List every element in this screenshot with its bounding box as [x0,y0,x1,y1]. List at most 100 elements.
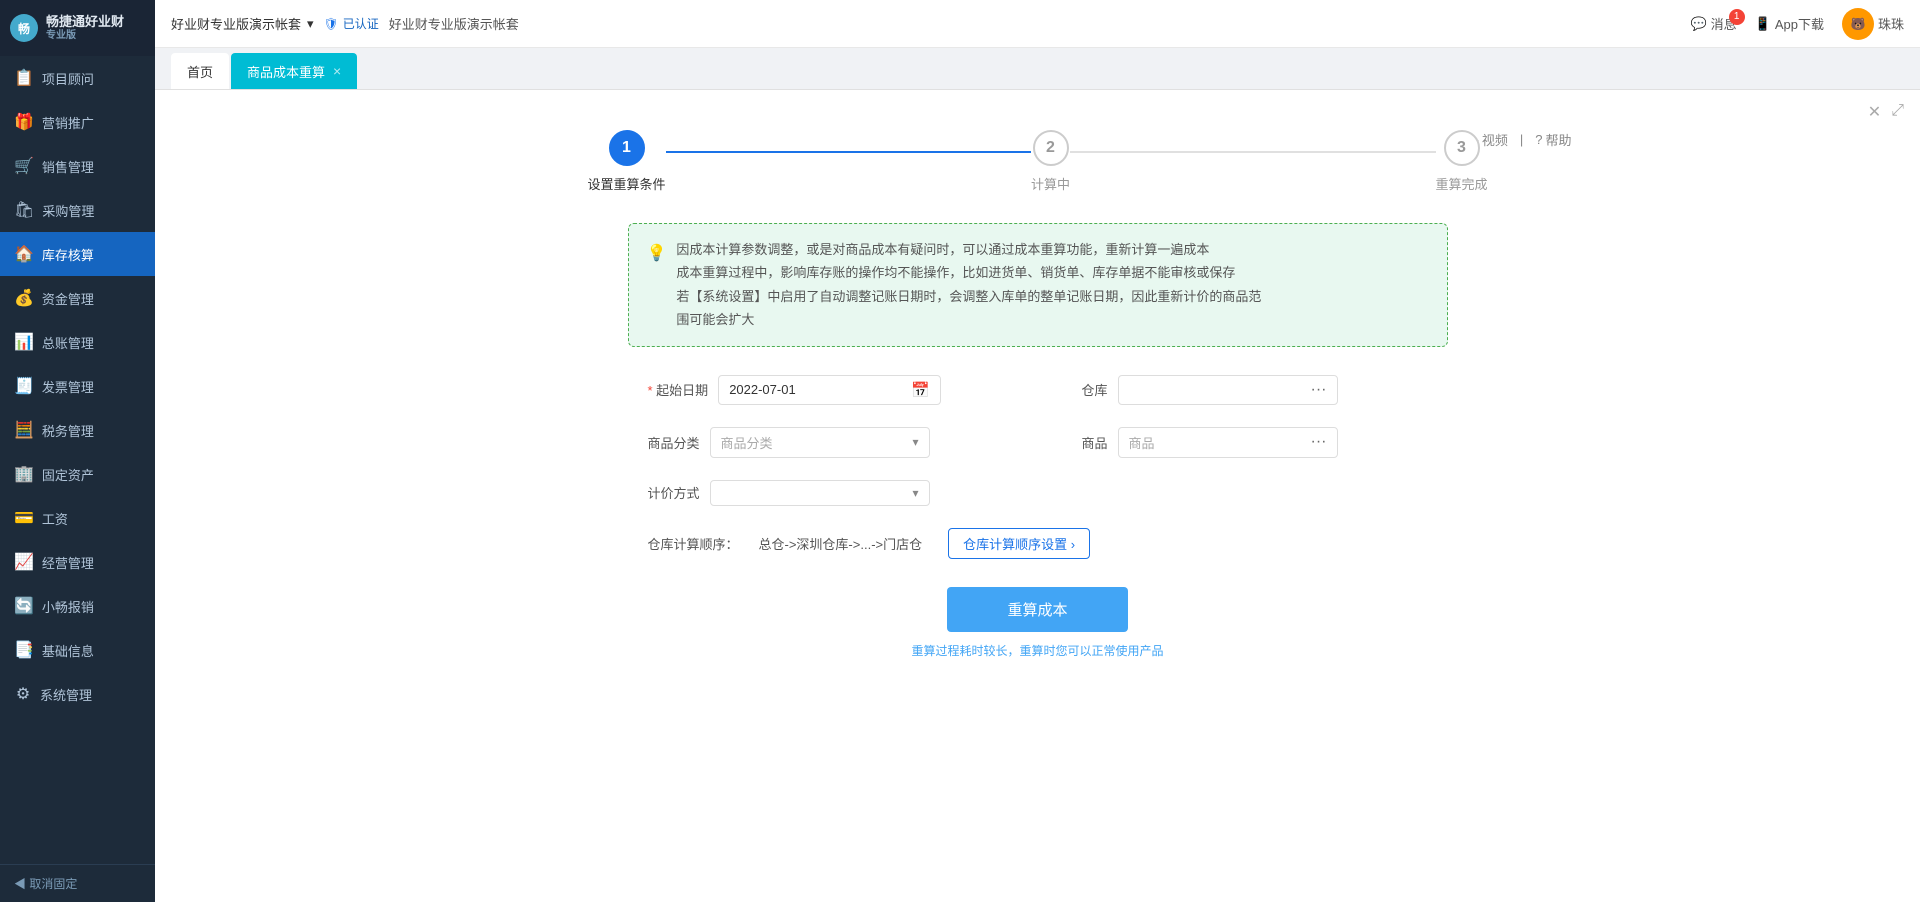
form-row-1: * 起始日期 📅 仓库 ··· [648,375,1428,405]
step-line-2 [1070,151,1435,153]
recalc-btn-label: 重算成本 [1007,602,1067,619]
sidebar-item-tax[interactable]: 🧮 税务管理 [0,408,155,452]
warehouse-group: 仓库 ··· [1038,375,1428,405]
invoice-icon: 🧾 [14,376,34,396]
pricing-label: 计价方式 [648,483,710,502]
sidebar-item-invoice[interactable]: 🧾 发票管理 [0,364,155,408]
tab-recalc-label: 商品成本重算 [247,62,325,81]
message-btn[interactable]: 💬 消息 1 [1690,14,1736,33]
sidebar-item-basic[interactable]: 📑基础信息 [0,628,155,672]
sidebar-item-accounting[interactable]: 📊 总账管理 [0,320,155,364]
warehouse-order-value: 总仓->深圳仓库->...->门店仓 [759,534,923,553]
calendar-icon[interactable]: 📅 [911,381,930,399]
tab-recalc[interactable]: 商品成本重算 × [231,53,357,89]
category-placeholder: 商品分类 [721,433,907,452]
account-selector[interactable]: 好业财专业版演示帐套 ▾ [171,14,314,33]
sidebar-item-sales[interactable]: 🛒销售管理 [0,144,155,188]
step-2-label: 计算中 [1031,174,1070,193]
category-group: 商品分类 商品分类 ▾ [648,427,1038,458]
sidebar-item-inventory[interactable]: 🏠 库存核算 [0,232,155,276]
form-row-2: 商品分类 商品分类 ▾ 商品 商品 ··· [648,427,1428,458]
pricing-group: 计价方式 ▾ [648,480,1038,506]
content-controls: ✕ ⤢ [1868,102,1904,122]
goods-placeholder: 商品 [1129,433,1311,452]
inventory-icon: 🏠 [14,244,34,264]
basic-icon: 📑 [14,640,34,660]
goods-label: 商品 [1038,433,1118,452]
tax-icon: 🧮 [14,420,34,440]
sidebar-item-assets[interactable]: 🏢固定资产 [0,452,155,496]
sidebar-item-finance[interactable]: 💰资金管理 [0,276,155,320]
recalc-btn[interactable]: 重算成本 [947,587,1127,632]
ops-icon: 📈 [14,552,34,572]
main-area: 好业财专业版演示帐套 ▾ 🛡 已认证 好业财专业版演示帐套 💬 消息 1 📱 A… [155,0,1920,902]
logo-main: 畅捷通好业财 [46,14,124,30]
sidebar-item-salary[interactable]: 💳工资 [0,496,155,540]
bulb-icon: 💡 [647,240,667,332]
sidebar-item-expense[interactable]: 🔄小畅报销 [0,584,155,628]
step-1-number: 1 [622,139,631,157]
app-download-btn[interactable]: 📱 App下载 [1755,14,1824,33]
goods-group: 商品 商品 ··· [1038,427,1428,458]
recalc-hint: 重算过程耗时较长，重算时您可以正常使用产品 [155,642,1920,659]
step-3-number: 3 [1457,139,1466,157]
start-date-input-wrapper[interactable]: 📅 [718,375,941,405]
warehouse-order-settings-btn[interactable]: 仓库计算顺序设置 › [948,528,1090,559]
recalc-section: 重算成本 重算过程耗时较长，重算时您可以正常使用产品 [155,587,1920,679]
tab-home[interactable]: 首页 [171,53,229,89]
logo-sub: 专业版 [46,30,124,42]
assets-icon: 🏢 [14,464,34,484]
user-avatar-btn[interactable]: 🐻 珠珠 [1842,8,1904,40]
account-name: 好业财专业版演示帐套 [171,14,301,33]
sidebar-label-system: 系统管理 [40,685,92,704]
warehouse-dots-icon[interactable]: ··· [1311,381,1327,399]
warehouse-order-row: 仓库计算顺序： 总仓->深圳仓库->...->门店仓 仓库计算顺序设置 › [628,528,1448,559]
form-section: * 起始日期 📅 仓库 ··· [628,375,1448,506]
logo-icon: 畅 [10,14,38,42]
warehouse-input-wrapper[interactable]: ··· [1118,375,1338,405]
sidebar-label-finance: 资金管理 [42,289,94,308]
category-select[interactable]: 商品分类 ▾ [710,427,930,458]
sidebar-label-expense: 小畅报销 [42,597,94,616]
tab-recalc-close-icon[interactable]: × [333,63,341,79]
help-btn[interactable]: ? 帮助 [1535,130,1571,149]
dropdown-arrow-icon: ▾ [307,16,314,32]
sidebar-unpin[interactable]: ◀ 取消固定 [0,864,155,902]
phone-icon: 📱 [1755,16,1771,32]
form-row-3: 计价方式 ▾ [648,480,1428,506]
sidebar-label-invoice: 发票管理 [42,377,94,396]
sidebar-label-inventory: 库存核算 [42,245,94,264]
accounting-icon: 📊 [14,332,34,352]
goods-dots-icon[interactable]: ··· [1311,433,1327,451]
sidebar-label-sales: 销售管理 [42,157,94,176]
expand-panel-icon[interactable]: ⤢ [1891,102,1904,122]
step-2-number: 2 [1046,139,1055,157]
sidebar-label-tax: 税务管理 [42,421,94,440]
warehouse-label: 仓库 [1038,380,1118,399]
project-icon: 📋 [14,68,34,88]
tabbar: 首页 商品成本重算 × [155,48,1920,90]
step-3: 3 重算完成 [1436,130,1488,193]
start-date-input[interactable] [729,382,905,397]
info-line-4: 围可能会扩大 [676,308,1261,331]
step-1-label: 设置重算条件 [588,174,666,193]
verified-badge: 🛡 已认证 [324,15,379,32]
app-download-label: App下载 [1775,14,1824,33]
sidebar-item-project[interactable]: 📋项目顾问 [0,56,155,100]
goods-input-wrapper[interactable]: 商品 ··· [1118,427,1338,458]
logo-text: 畅捷通好业财 专业版 [46,14,124,42]
sidebar-item-marketing[interactable]: 🎁营销推广 [0,100,155,144]
verified-text: 已认证 [343,15,379,32]
close-panel-icon[interactable]: ✕ [1868,102,1881,122]
sidebar-label-accounting: 总账管理 [42,333,94,352]
sidebar-item-system[interactable]: ⚙系统管理 [0,672,155,716]
sidebar-item-ops[interactable]: 📈经营管理 [0,540,155,584]
sidebar-item-purchase[interactable]: 🛍采购管理 [0,188,155,232]
step-3-label: 重算完成 [1436,174,1488,193]
message-icon: 💬 [1690,16,1706,32]
message-badge: 1 [1729,9,1745,25]
start-date-group: * 起始日期 📅 [648,375,1038,405]
category-dropdown-icon: ▾ [912,435,918,449]
step-1: 1 设置重算条件 [588,130,666,193]
pricing-select[interactable]: ▾ [710,480,930,506]
